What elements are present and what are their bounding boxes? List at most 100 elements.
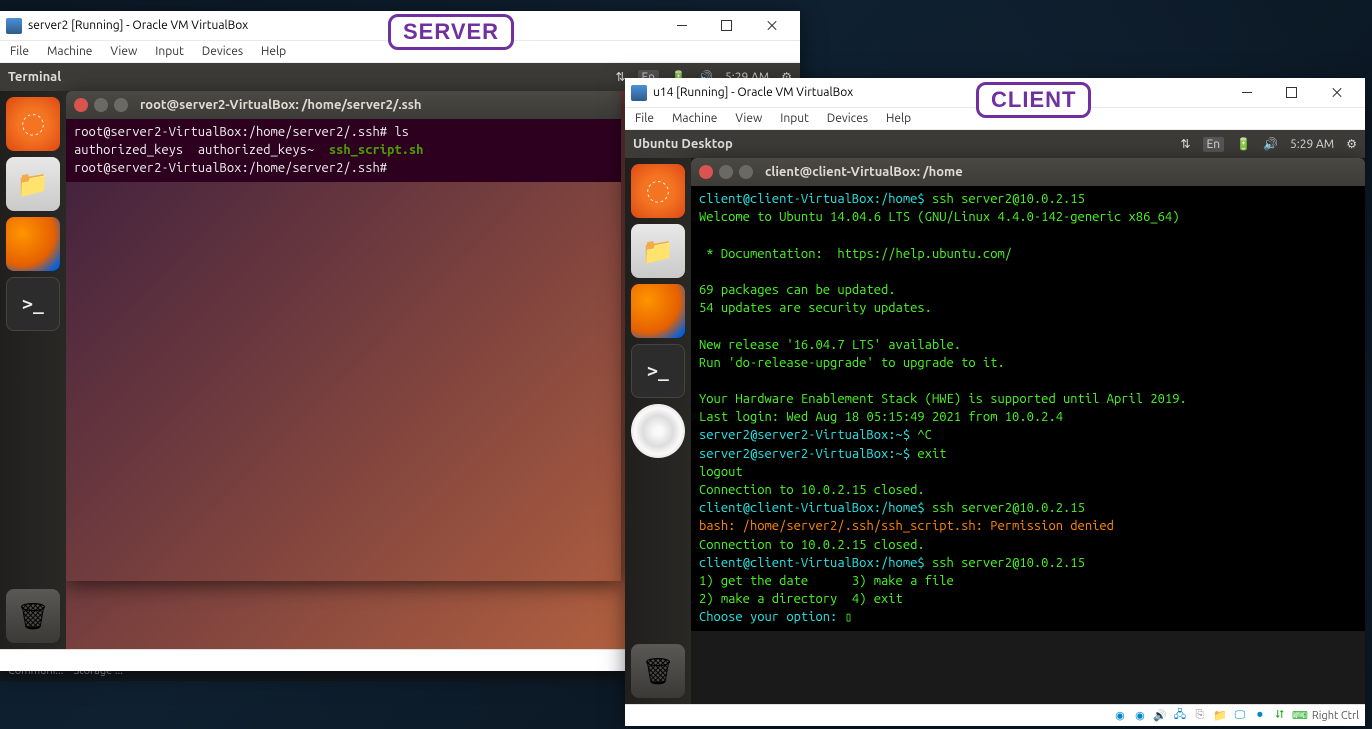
shell-prompt: client@client-VirtualBox:/home$ (699, 192, 925, 206)
files-icon[interactable]: 📁 (6, 157, 60, 211)
shell-command: ^C (910, 428, 932, 442)
menu-view[interactable]: View (110, 45, 137, 58)
shell-prompt: root@server2-VirtualBox:/home/server2/.s… (74, 161, 387, 175)
audio-indicator-icon[interactable]: 🔊 (1152, 708, 1168, 724)
terminal-icon[interactable] (6, 277, 60, 331)
panel-title: Terminal (8, 70, 61, 84)
term-line: logout (699, 465, 743, 479)
files-icon[interactable]: 📁 (631, 224, 685, 278)
usb-indicator-icon[interactable]: ⎘ (1192, 708, 1208, 724)
shell-command: exit (910, 447, 946, 461)
term-line: Last login: Wed Aug 18 05:15:49 2021 fro… (699, 410, 1063, 424)
menu-help[interactable]: Help (886, 112, 911, 125)
menu-help[interactable]: Help (261, 45, 286, 58)
shell-command: ssh server2@10.0.2.15 (925, 501, 1085, 515)
term-line: Connection to 10.0.2.15 closed. (699, 538, 925, 552)
unity-launcher[interactable]: ◌ 📁 🗑 (625, 158, 691, 704)
term-line: 1) get the date 3) make a file (699, 574, 954, 588)
term-maximize-button[interactable] (114, 98, 128, 112)
server-terminal-window[interactable]: root@server2-VirtualBox: /home/server2/.… (66, 91, 621, 581)
terminal-title: client@client-VirtualBox: /home (765, 165, 963, 179)
terminal-titlebar[interactable]: client@client-VirtualBox: /home (691, 158, 1365, 186)
system-menu-gear-icon[interactable]: ⚙ (1346, 137, 1357, 151)
network-adapter-icon[interactable]: 🖧 (1172, 708, 1188, 724)
menu-devices[interactable]: Devices (202, 45, 243, 58)
term-cursor[interactable]: ▯ (837, 610, 852, 624)
term-line: 2) make a directory 4) exit (699, 592, 903, 606)
menu-file[interactable]: File (10, 45, 29, 58)
minimize-button[interactable] (659, 12, 704, 40)
shell-command: ls (387, 125, 409, 139)
battery-indicator-icon[interactable]: 🔋 (1236, 137, 1251, 151)
menu-file[interactable]: File (635, 112, 654, 125)
menu-input[interactable]: Input (780, 112, 809, 125)
menu-machine[interactable]: Machine (672, 112, 717, 125)
client-terminal-window[interactable]: client@client-VirtualBox: /home client@c… (691, 158, 1365, 704)
trash-icon[interactable]: 🗑 (6, 589, 60, 643)
terminal-icon[interactable] (631, 344, 685, 398)
trash-icon[interactable]: 🗑 (631, 644, 685, 698)
optical-indicator-icon[interactable]: ◉ (1132, 708, 1148, 724)
display-indicator-icon[interactable]: 🖵 (1232, 708, 1248, 724)
term-error-line: bash: /home/server2/.ssh/ssh_script.sh: … (699, 519, 1114, 533)
menu-devices[interactable]: Devices (827, 112, 868, 125)
menu-input[interactable]: Input (155, 45, 184, 58)
ls-output: authorized_keys authorized_keys~ (74, 143, 329, 157)
dash-icon[interactable]: ◌ (6, 97, 60, 151)
term-line: 69 packages can be updated. (699, 283, 896, 297)
dash-icon[interactable]: ◌ (631, 164, 685, 218)
client-annotation-badge: CLIENT (976, 82, 1091, 118)
window-title: u14 [Running] - Oracle VM VirtualBox (653, 86, 853, 99)
recording-indicator-icon[interactable]: ⏺ (1252, 708, 1268, 724)
term-maximize-button[interactable] (739, 165, 753, 179)
terminal-titlebar[interactable]: root@server2-VirtualBox: /home/server2/.… (66, 91, 621, 119)
ls-output-exec: ssh_script.sh (329, 143, 424, 157)
shell-prompt: server2@server2-VirtualBox:~$ (699, 447, 910, 461)
close-button[interactable] (1314, 79, 1359, 107)
shell-prompt: server2@server2-VirtualBox:~$ (699, 428, 910, 442)
shell-prompt: root@server2-VirtualBox:/home/server2/.s… (74, 125, 387, 139)
client-guest-display: Ubuntu Desktop ⇅ En 🔋 🔊 5:29 AM ⚙ ◌ 📁 🗑 (625, 130, 1365, 704)
maximize-button[interactable] (1269, 79, 1314, 107)
term-line: 54 updates are security updates. (699, 301, 932, 315)
network-indicator-icon[interactable]: ⇅ (615, 70, 625, 84)
terminal-body[interactable]: client@client-VirtualBox:/home$ ssh serv… (691, 186, 1365, 631)
term-close-button[interactable] (74, 98, 88, 112)
term-prompt-label: Choose your option: (699, 610, 837, 624)
client-vm-statusbar: ◉ ◉ 🔊 🖧 ⎘ 📁 🖵 ⏺ ⮃ ⌨ Right Ctrl (625, 704, 1365, 726)
shell-command: ssh server2@10.0.2.15 (925, 192, 1085, 206)
client-vm-window: u14 [Running] - Oracle VM VirtualBox Fil… (625, 78, 1365, 726)
shell-prompt: client@client-VirtualBox:/home$ (699, 556, 925, 570)
term-line: Welcome to Ubuntu 14.04.6 LTS (GNU/Linux… (699, 210, 1179, 224)
cd-media-icon[interactable] (631, 404, 685, 458)
volume-indicator-icon[interactable]: 🔊 (1263, 137, 1278, 151)
network-indicator-icon[interactable]: ⇅ (1180, 137, 1190, 151)
shell-command: ssh server2@10.0.2.15 (925, 556, 1085, 570)
close-button[interactable] (749, 12, 794, 40)
server-annotation-badge: SERVER (388, 14, 514, 50)
term-minimize-button[interactable] (94, 98, 108, 112)
term-minimize-button[interactable] (719, 165, 733, 179)
menu-view[interactable]: View (735, 112, 762, 125)
mouse-integration-icon[interactable]: ⮃ (1272, 708, 1288, 724)
ubuntu-top-panel[interactable]: Ubuntu Desktop ⇅ En 🔋 🔊 5:29 AM ⚙ (625, 130, 1365, 158)
firefox-icon[interactable] (631, 284, 685, 338)
keyboard-indicator[interactable]: En (1203, 137, 1225, 152)
term-close-button[interactable] (699, 165, 713, 179)
clock[interactable]: 5:29 AM (1290, 138, 1334, 151)
shell-prompt: client@client-VirtualBox:/home$ (699, 501, 925, 515)
hd-indicator-icon[interactable]: ◉ (1112, 708, 1128, 724)
menu-machine[interactable]: Machine (47, 45, 92, 58)
keyboard-captured-icon[interactable]: ⌨ (1292, 708, 1308, 724)
term-line: New release '16.04.7 LTS' available. (699, 338, 961, 352)
terminal-title: root@server2-VirtualBox: /home/server2/.… (140, 98, 421, 112)
unity-launcher[interactable]: ◌ 📁 🗑 (0, 91, 66, 649)
shared-folder-icon[interactable]: 📁 (1212, 708, 1228, 724)
host-key-label: Right Ctrl (1312, 710, 1359, 722)
panel-title: Ubuntu Desktop (633, 137, 733, 151)
terminal-body[interactable]: root@server2-VirtualBox:/home/server2/.s… (66, 119, 621, 182)
firefox-icon[interactable] (6, 217, 60, 271)
minimize-button[interactable] (1224, 79, 1269, 107)
term-line: Run 'do-release-upgrade' to upgrade to i… (699, 356, 1005, 370)
maximize-button[interactable] (704, 12, 749, 40)
